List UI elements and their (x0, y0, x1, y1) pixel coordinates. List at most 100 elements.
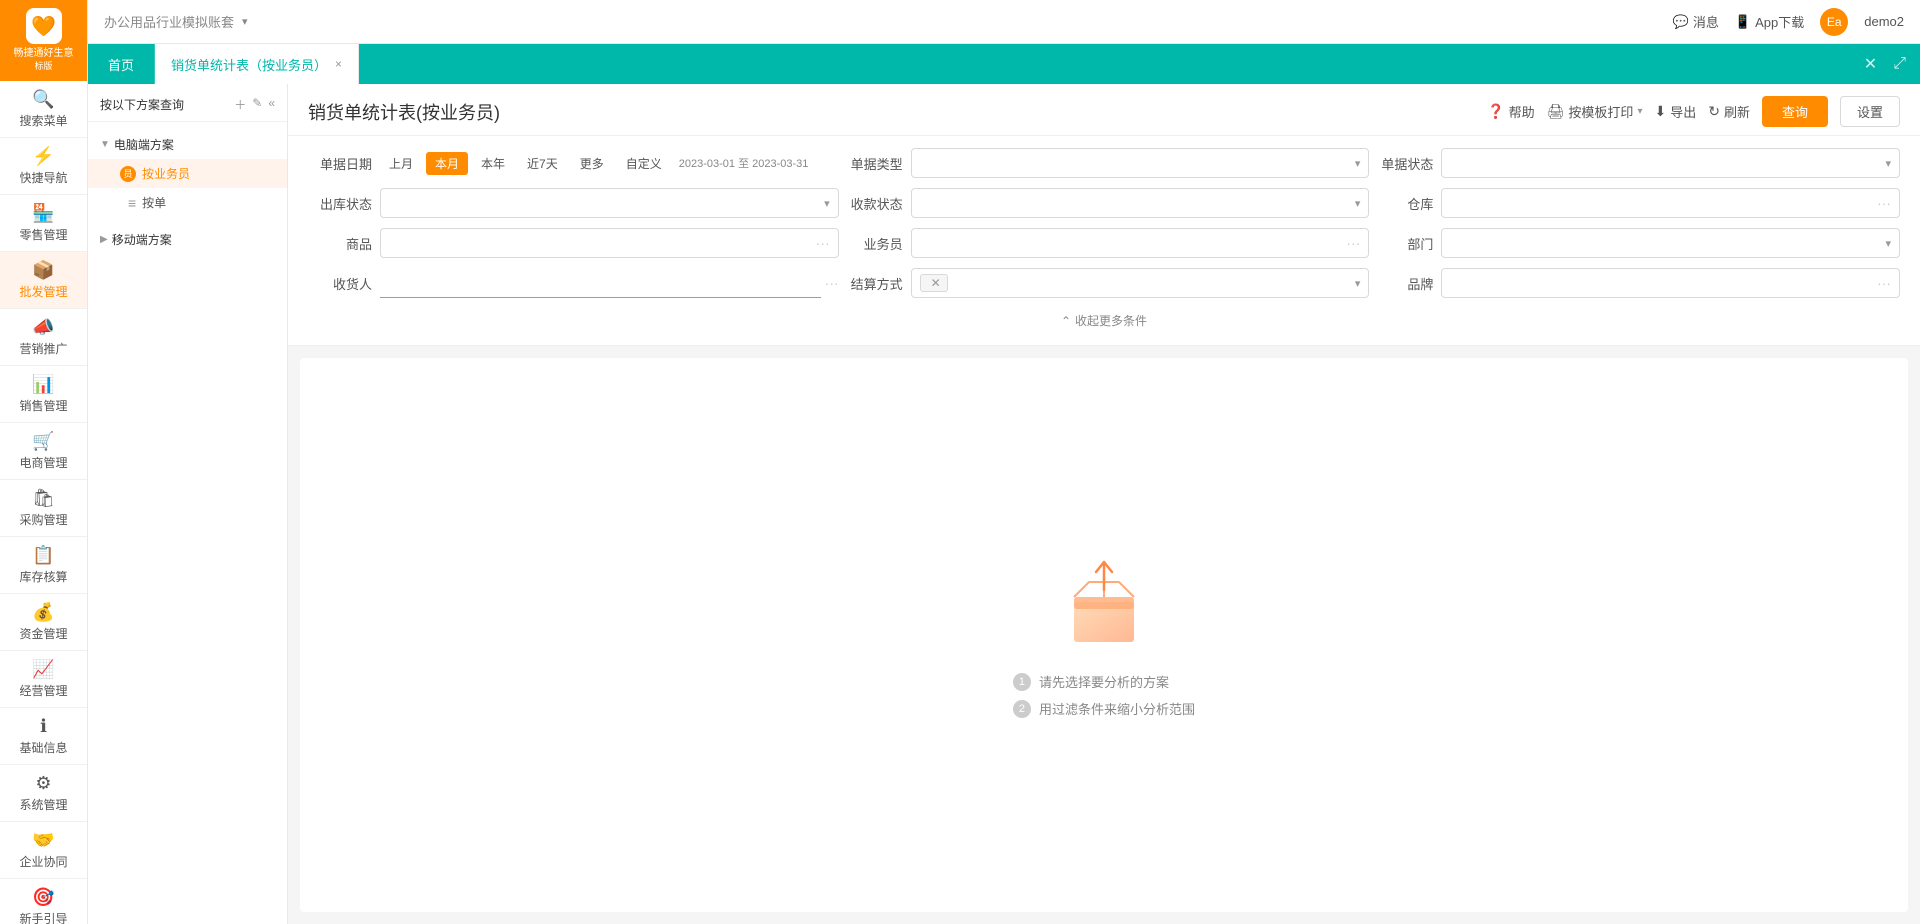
sidebar-item-operations[interactable]: 📈 经营管理 (0, 651, 87, 708)
sidebar-item-sales[interactable]: 📊 销售管理 (0, 366, 87, 423)
tab-active[interactable]: 销货单统计表（按业务员） × (155, 44, 359, 84)
tab-close-icon[interactable]: × (335, 57, 342, 71)
salesperson-input[interactable]: ··· (911, 228, 1370, 258)
app-download-button[interactable]: 📱 App下载 (1735, 12, 1804, 31)
filter-col-consignee: 收货人 ··· (308, 268, 839, 298)
docstatus-select[interactable]: ▾ (1441, 148, 1900, 178)
topbar-breadcrumb: 办公用品行业模拟账套 ▾ (104, 12, 248, 31)
filter-col-docstatus: 单据状态 ▾ (1369, 148, 1900, 178)
warehouse-input[interactable]: ··· (1441, 188, 1900, 218)
goods-label: 商品 (308, 234, 380, 253)
sidebar-item-label: 营销推广 (19, 340, 67, 357)
app-download-label: App下载 (1755, 12, 1804, 31)
page-title: 销货单统计表(按业务员) (308, 99, 500, 125)
doctype-arrow-icon: ▾ (1355, 157, 1361, 170)
goods-input[interactable]: ··· (380, 228, 839, 258)
left-panel: 按以下方案查询 ＋ ✎ « ▼ 电脑端方案 员 按业务员 ≡ 按单 (88, 84, 288, 924)
warehouse-dots-icon: ··· (1877, 195, 1891, 211)
sidebar-item-wholesale[interactable]: 📦 批发管理 (0, 252, 87, 309)
tab-home[interactable]: 首页 (88, 44, 155, 84)
settings-button[interactable]: 设置 (1840, 96, 1900, 127)
sidebar-item-basic-info[interactable]: ℹ 基础信息 (0, 708, 87, 765)
panel-group-desktop[interactable]: ▼ 电脑端方案 (88, 130, 287, 159)
date-tab-lastmonth[interactable]: 上月 (380, 152, 422, 175)
mobile-group-label: 移动端方案 (112, 231, 172, 248)
sidebar-item-label: 系统管理 (19, 796, 67, 813)
system-icon: ⚙ (35, 773, 51, 794)
tabbar-actions: ✕ ⤢ (1858, 52, 1920, 76)
panel-item-by-order[interactable]: ≡ 按单 (88, 188, 287, 217)
date-tab-7days[interactable]: 近7天 (518, 152, 567, 175)
settlement-tag: ✕ (920, 274, 948, 292)
filter-col-outstatus: 出库状态 ▾ (308, 188, 839, 218)
consignee-input[interactable] (380, 268, 821, 298)
group-label: 电脑端方案 (114, 136, 174, 153)
outstatus-select[interactable]: ▾ (380, 188, 839, 218)
export-button[interactable]: ⬇ 导出 (1654, 102, 1696, 121)
filter-col-warehouse: 仓库 ··· (1369, 188, 1900, 218)
panel-collapse-button[interactable]: « (268, 96, 275, 113)
sidebar-item-purchase[interactable]: 🛍 采购管理 (0, 480, 87, 537)
sidebar-item-label: 新手引导 (19, 910, 67, 924)
panel-group-mobile[interactable]: ▶ 移动端方案 (88, 225, 287, 254)
username: demo2 (1864, 14, 1904, 29)
avatar-initials: Ea (1827, 15, 1842, 29)
settlement-tag-close-icon[interactable]: ✕ (931, 276, 941, 290)
filter-row-1: 单据日期 上月 本月 本年 近7天 更多 自定义 2023-03-01 至 20… (308, 148, 1900, 178)
consignee-dots-icon: ··· (825, 275, 839, 291)
sidebar-item-finance[interactable]: 💰 资金管理 (0, 594, 87, 651)
panel-item-sub-label: 按单 (142, 194, 166, 211)
receiptstatus-select[interactable]: ▾ (911, 188, 1370, 218)
date-tab-custom[interactable]: 自定义 (617, 152, 671, 175)
sidebar-item-search[interactable]: 🔍 搜索菜单 (0, 81, 87, 138)
date-tab-thismonth[interactable]: 本月 (426, 152, 468, 175)
sidebar-item-label: 搜索菜单 (19, 112, 67, 129)
print-button[interactable]: 🖨 按模板打印 ▾ (1547, 102, 1643, 121)
panel-item-label: 按业务员 (142, 165, 190, 182)
filter-row-3: 商品 ··· 业务员 ··· 部门 (308, 228, 1900, 258)
panel-title: 按以下方案查询 (100, 96, 184, 113)
date-tab-thisyear[interactable]: 本年 (472, 152, 514, 175)
tab-expand-icon[interactable]: ⤢ (1887, 53, 1912, 75)
brand-input[interactable]: ··· (1441, 268, 1900, 298)
doctype-select[interactable]: ▾ (911, 148, 1370, 178)
sidebar-item-label: 批发管理 (19, 283, 67, 300)
breadcrumb-dropdown-icon[interactable]: ▾ (242, 15, 248, 28)
app-logo[interactable]: 🧡 畅捷通好生意标版 (0, 0, 87, 81)
tab-close-all-icon[interactable]: ✕ (1858, 52, 1883, 76)
export-label: 导出 (1670, 102, 1696, 121)
help-button[interactable]: ❓ 帮助 (1487, 102, 1534, 121)
main-area: 办公用品行业模拟账套 ▾ 💬 消息 📱 App下载 Ea demo2 首页 销货… (88, 0, 1920, 924)
user-avatar[interactable]: Ea (1820, 8, 1848, 36)
sidebar-item-quicknav[interactable]: ⚡ 快捷导航 (0, 138, 87, 195)
sidebar-item-collab[interactable]: 🤝 企业协同 (0, 822, 87, 879)
outstatus-arrow-icon: ▾ (824, 197, 830, 210)
refresh-button[interactable]: ↻ 刷新 (1708, 102, 1750, 121)
sidebar-item-marketing[interactable]: 📣 营销推广 (0, 309, 87, 366)
print-dropdown-icon[interactable]: ▾ (1637, 106, 1642, 117)
panel-item-by-salesperson[interactable]: 员 按业务员 (88, 159, 287, 188)
dept-arrow-icon: ▾ (1885, 237, 1891, 250)
messages-button[interactable]: 💬 消息 (1673, 12, 1719, 31)
panel-edit-button[interactable]: ✎ (252, 96, 262, 113)
date-range-text: 2023-03-01 至 2023-03-31 (679, 155, 809, 171)
sidebar-item-system[interactable]: ⚙ 系统管理 (0, 765, 87, 822)
breadcrumb-text: 办公用品行业模拟账套 (104, 12, 234, 31)
collapse-button[interactable]: ⌃ 收起更多条件 (308, 308, 1900, 333)
filter-area: 单据日期 上月 本月 本年 近7天 更多 自定义 2023-03-01 至 20… (288, 136, 1920, 346)
salesperson-icon: 员 (120, 166, 136, 182)
query-button[interactable]: 查询 (1762, 96, 1828, 127)
panel-header: 按以下方案查询 ＋ ✎ « (88, 96, 287, 122)
settlement-select[interactable]: ✕ ▾ (911, 268, 1370, 298)
dept-select[interactable]: ▾ (1441, 228, 1900, 258)
panel-section-mobile: ▶ 移动端方案 (88, 221, 287, 258)
warehouse-label: 仓库 (1369, 194, 1441, 213)
panel-add-button[interactable]: ＋ (234, 96, 246, 113)
sidebar-item-inventory[interactable]: 📋 库存核算 (0, 537, 87, 594)
sidebar-item-newguide[interactable]: 🎯 新手引导 (0, 879, 87, 924)
sidebar-item-label: 基础信息 (19, 739, 67, 756)
sidebar-item-retail[interactable]: 🏪 零售管理 (0, 195, 87, 252)
sidebar-item-ecommerce[interactable]: 🛒 电商管理 (0, 423, 87, 480)
date-tab-more[interactable]: 更多 (571, 152, 613, 175)
export-icon: ⬇ (1654, 103, 1666, 120)
